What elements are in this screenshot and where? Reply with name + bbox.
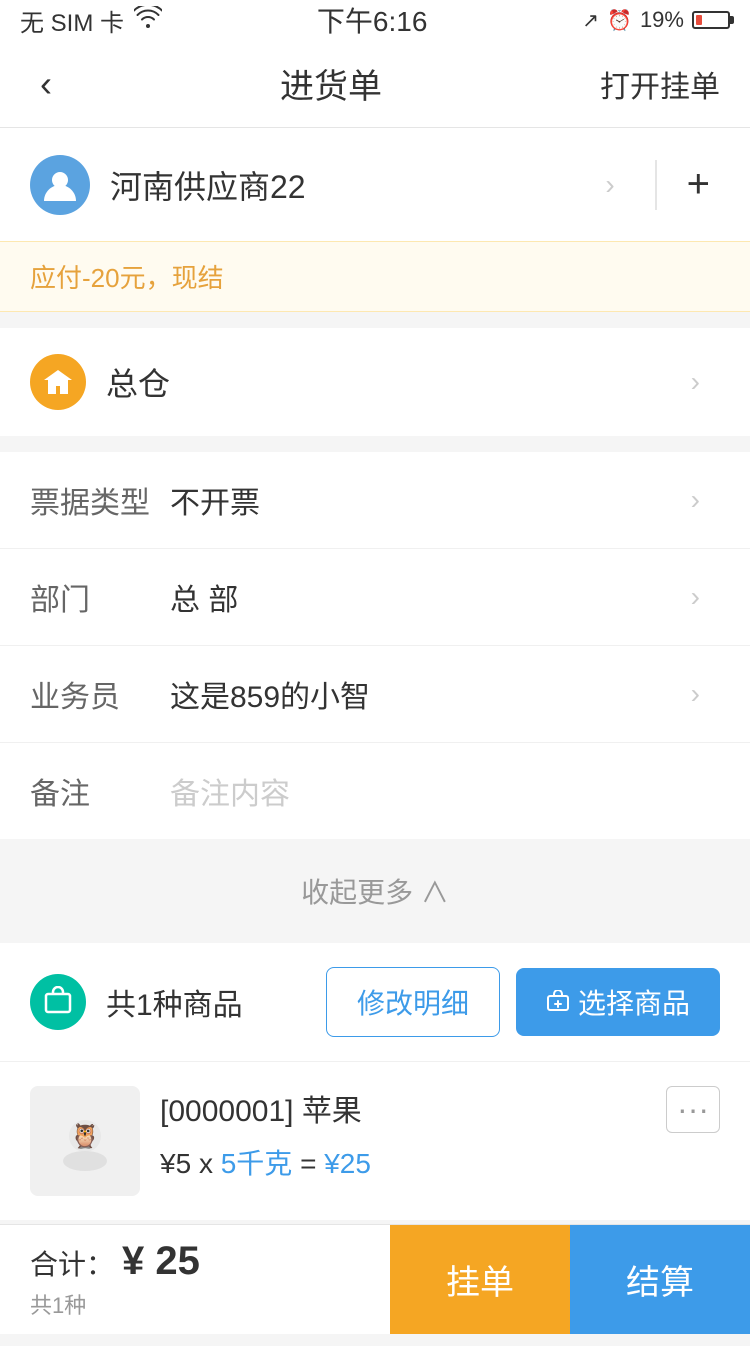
product-icon	[30, 974, 86, 1030]
warehouse-row[interactable]: 总仓 ›	[0, 328, 750, 436]
product-title-name: 苹果	[302, 1095, 362, 1128]
remark-label: 备注	[30, 769, 150, 813]
warehouse-name: 总仓	[106, 359, 691, 405]
supplier-row[interactable]: 河南供应商22 › +	[0, 128, 750, 241]
product-total: ¥25	[324, 1148, 371, 1179]
supplier-avatar	[30, 155, 90, 215]
product-thumbnail-icon: 🦉	[50, 1106, 120, 1176]
sales-chevron-icon: ›	[691, 678, 700, 710]
battery-icon	[692, 11, 730, 29]
remark-row[interactable]: 备注 备注内容	[0, 743, 750, 839]
product-unit-price: ¥5	[160, 1148, 191, 1179]
product-name: [0000001] 苹果	[160, 1086, 646, 1130]
alarm-icon: ⏰	[607, 8, 632, 33]
checkout-button[interactable]: 结算	[570, 1225, 750, 1334]
product-price: ¥5 x 5千克 = ¥25	[160, 1142, 646, 1182]
product-code: [0000001]	[160, 1095, 293, 1128]
location-icon: ↗	[582, 8, 599, 33]
battery-percent: 19%	[640, 7, 684, 33]
invoice-label: 票据类型	[30, 478, 150, 522]
warehouse-chevron-icon: ›	[691, 366, 700, 398]
select-product-button[interactable]: 选择商品	[516, 968, 720, 1036]
footer: 合计： ¥ 25 共1种 挂单 结算	[0, 1224, 750, 1334]
total-amount: ¥ 25	[122, 1239, 200, 1284]
product-more-button[interactable]: ···	[666, 1086, 720, 1133]
back-button[interactable]: ‹	[30, 53, 62, 115]
sales-value: 这是859的小智	[170, 672, 691, 716]
sales-label: 业务员	[30, 672, 150, 716]
cart-add-icon	[546, 990, 570, 1014]
warehouse-section: 总仓 ›	[0, 328, 750, 436]
hold-button[interactable]: 挂单	[390, 1225, 570, 1334]
product-header: 共1种商品 修改明细 选择商品	[0, 943, 750, 1062]
status-bar: 无 SIM 卡 下午6:16 ↗ ⏰ 19%	[0, 0, 750, 40]
home-icon	[42, 366, 74, 398]
equals-icon: =	[300, 1148, 324, 1179]
dept-row[interactable]: 部门 总 部 ›	[0, 549, 750, 646]
supplier-section: 河南供应商22 › + 应付-20元，现结	[0, 128, 750, 312]
dept-chevron-icon: ›	[691, 581, 700, 613]
invoice-row[interactable]: 票据类型 不开票 ›	[0, 452, 750, 549]
dept-value: 总 部	[170, 575, 691, 619]
wifi-icon	[134, 6, 162, 35]
nav-bar: ‹ 进货单 打开挂单	[0, 40, 750, 128]
status-left: 无 SIM 卡	[20, 3, 162, 38]
supplier-chevron-icon: ›	[605, 169, 614, 201]
cart-icon	[42, 986, 74, 1018]
collapse-bar[interactable]: 收起更多 ∧	[0, 855, 750, 927]
invoice-value: 不开票	[170, 478, 691, 522]
svg-text:🦉: 🦉	[70, 1123, 100, 1150]
status-time: 下午6:16	[317, 0, 428, 40]
total-sub: 共1种	[30, 1288, 360, 1320]
product-info: [0000001] 苹果 ¥5 x 5千克 = ¥25	[160, 1086, 646, 1182]
product-thumbnail: 🦉	[30, 1086, 140, 1196]
product-item: 🦉 [0000001] 苹果 ¥5 x 5千克 = ¥25 ···	[0, 1062, 750, 1220]
multiply-icon: x	[199, 1148, 221, 1179]
carrier-label: 无 SIM 卡	[20, 3, 124, 38]
dept-label: 部门	[30, 575, 150, 619]
select-product-label: 选择商品	[578, 982, 690, 1022]
status-right: ↗ ⏰ 19%	[582, 7, 730, 33]
form-section: 票据类型 不开票 › 部门 总 部 › 业务员 这是859的小智 › 备注 备注…	[0, 452, 750, 839]
edit-detail-button[interactable]: 修改明细	[326, 967, 500, 1037]
warehouse-icon	[30, 354, 86, 410]
product-count-label: 共1种商品	[106, 980, 326, 1024]
product-quantity: 5千克	[221, 1148, 293, 1179]
supplier-divider	[655, 160, 657, 210]
open-pending-button[interactable]: 打开挂单	[600, 62, 720, 106]
sales-row[interactable]: 业务员 这是859的小智 ›	[0, 646, 750, 743]
supplier-notice: 应付-20元，现结	[0, 241, 750, 312]
remark-placeholder: 备注内容	[170, 769, 720, 813]
supplier-name: 河南供应商22	[110, 162, 605, 208]
footer-total: 合计： ¥ 25 共1种	[0, 1225, 390, 1334]
total-label: 合计：	[30, 1243, 114, 1283]
add-supplier-button[interactable]: +	[677, 152, 720, 217]
invoice-chevron-icon: ›	[691, 484, 700, 516]
person-icon	[42, 167, 78, 203]
page-title: 进货单	[280, 59, 382, 108]
product-section: 共1种商品 修改明细 选择商品 🦉 [0000001] 苹果	[0, 943, 750, 1220]
